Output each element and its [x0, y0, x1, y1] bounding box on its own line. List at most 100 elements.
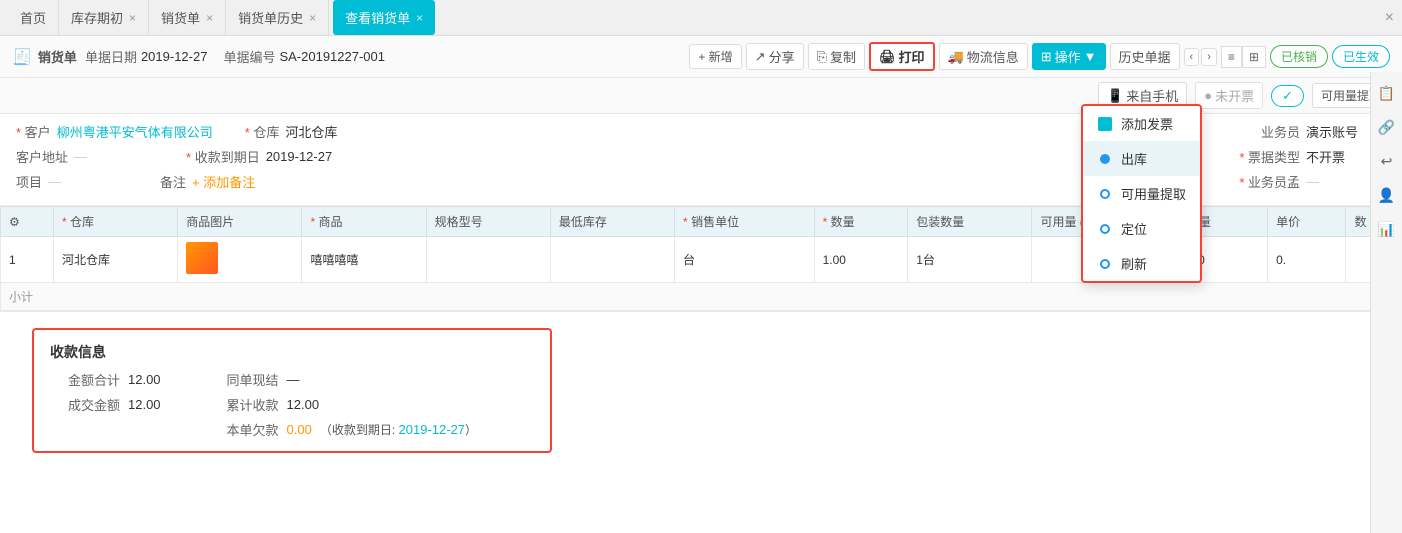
sold-out-button[interactable]: 已核销 [1270, 45, 1328, 68]
operations-icon: ⊞ [1041, 49, 1052, 65]
next-button[interactable]: › [1201, 48, 1217, 66]
balance-note: （收款到期日: 2019-12-27） [320, 421, 477, 438]
tab-sales-close[interactable]: × [206, 11, 213, 25]
operations-dropdown: 添加发票 出库 可用量提取 定位 [1081, 104, 1202, 283]
nav-arrows: ‹ › [1184, 48, 1217, 66]
project-value: — [48, 174, 128, 189]
note-label: 备注 [160, 172, 186, 191]
mobile-icon: 📱 [1107, 88, 1123, 104]
list-view-button[interactable]: ≡ [1221, 46, 1242, 68]
col-settings[interactable]: ⚙ [1, 207, 54, 237]
settlement-value: — [287, 372, 300, 387]
payment-date-value: 2019-12-27 [266, 149, 346, 164]
prev-button[interactable]: ‹ [1184, 48, 1200, 66]
tab-home[interactable]: 首页 [8, 0, 59, 35]
add-note-button[interactable]: + 添加备注 [192, 172, 255, 191]
tab-view-sales-close[interactable]: × [416, 11, 423, 25]
cell-spec [426, 237, 550, 283]
window-close-button[interactable]: × [1385, 9, 1394, 27]
tab-sales-label: 销货单 [161, 8, 200, 27]
menu-item-locate[interactable]: 定位 [1083, 211, 1200, 246]
tab-inventory-close[interactable]: × [129, 11, 136, 25]
payment-section: 收款信息 金额合计 12.00 成交金额 12.00 [32, 328, 552, 453]
new-button[interactable]: + 新增 [689, 44, 741, 69]
ticket-type-field: 票据类型 不开票 [1239, 147, 1386, 166]
ship-out-label: 出库 [1121, 149, 1147, 168]
payment-col-right: 同单现结 — 累计收款 12.00 本单欠款 0.00 （收款到期日: 2019… [209, 370, 478, 439]
warehouse-field: 仓库 河北仓库 [245, 122, 366, 141]
customer-value[interactable]: 柳州粤港平安气体有限公司 [57, 122, 213, 141]
menu-item-refresh[interactable]: 刷新 [1083, 246, 1200, 281]
cumulative-label: 累计收款 [209, 395, 279, 414]
confirm-icon: ✓ [1282, 88, 1293, 104]
tab-sales-history-close[interactable]: × [309, 11, 316, 25]
doc-header: 🧾 销货单 单据日期 2019-12-27 单据编号 SA-20191227-0… [0, 36, 1402, 78]
add-invoice-label: 添加发票 [1121, 114, 1173, 133]
address-value: — [74, 149, 154, 164]
available-qty-label: 可用量提取 [1121, 184, 1186, 203]
sidebar-icon-user[interactable]: 👤 [1374, 182, 1400, 208]
customer-field: 客户 柳州粤港平安气体有限公司 [16, 122, 213, 141]
not-open-button[interactable]: ● 未开票 [1195, 82, 1263, 109]
staff-label: 业务员 [1261, 122, 1300, 141]
sidebar-icon-chart[interactable]: 📊 [1374, 216, 1400, 242]
subtotal-row: 小计 [1, 283, 1402, 311]
doc-title: 🧾 销货单 [12, 47, 77, 67]
menu-item-add-invoice[interactable]: 添加发票 [1083, 106, 1200, 141]
refresh-icon [1097, 256, 1113, 272]
logistics-button[interactable]: 🚚 物流信息 [939, 43, 1028, 70]
from-mobile-label: 来自手机 [1126, 86, 1178, 105]
tab-view-sales-label: 查看销货单 [345, 8, 410, 27]
logistics-icon: 🚚 [948, 49, 964, 65]
effective-button[interactable]: 已生效 [1332, 45, 1390, 68]
doc-icon: 🧾 [12, 47, 32, 67]
share-button[interactable]: ↗ 分享 [746, 43, 804, 70]
confirm-button[interactable]: ✓ [1271, 85, 1304, 107]
copy-button[interactable]: ⎘ 复制 [808, 43, 865, 70]
doc-date-value: 2019-12-27 [141, 49, 208, 64]
add-invoice-icon [1097, 116, 1113, 132]
cumulative-row: 累计收款 12.00 [209, 395, 478, 414]
doc-number-value: SA-20191227-001 [279, 49, 385, 64]
col-price: 单价 [1268, 207, 1346, 237]
menu-item-available-qty[interactable]: 可用量提取 [1083, 176, 1200, 211]
locate-label: 定位 [1121, 219, 1147, 238]
balance-value: 0.00 [287, 422, 312, 437]
settlement-label: 同单现结 [209, 370, 279, 389]
tab-sales[interactable]: 销货单 × [149, 0, 226, 35]
sidebar-icon-return[interactable]: ↩ [1374, 148, 1400, 174]
tab-inventory-label: 库存期初 [71, 8, 123, 27]
share-label: 分享 [769, 47, 795, 66]
col-warehouse: 仓库 [54, 207, 178, 237]
menu-item-ship-out[interactable]: 出库 [1083, 141, 1200, 176]
tab-view-sales[interactable]: 查看销货单 × [333, 0, 435, 35]
payment-wrapper: 收款信息 金额合计 12.00 成交金额 12.00 [0, 312, 1402, 469]
sidebar-icon-link[interactable]: 🔗 [1374, 114, 1400, 140]
cell-product-img [178, 237, 302, 283]
cell-pkg-qty: 1台 [908, 237, 1032, 283]
warehouse-value: 河北仓库 [285, 122, 365, 141]
operations-button[interactable]: ⊞ 操作 ▼ [1032, 43, 1106, 70]
tab-sales-history[interactable]: 销货单历史 × [226, 0, 329, 35]
balance-date: 2019-12-27 [399, 422, 466, 437]
view-buttons: ≡ ⊞ [1221, 46, 1266, 68]
cell-unit: 台 [675, 237, 815, 283]
history-button[interactable]: 历史单据 [1110, 43, 1180, 70]
ticket-type-label: 票据类型 [1239, 147, 1300, 166]
cell-warehouse: 河北仓库 [54, 237, 178, 283]
tab-home-label: 首页 [20, 8, 46, 27]
payment-date-label: 收款到期日 [186, 147, 260, 166]
cell-price: 0. [1268, 237, 1346, 283]
address-label: 客户地址 [16, 147, 68, 166]
print-button[interactable]: 🖨 打印 [869, 42, 935, 71]
salesperson-label: 业务员孟 [1239, 172, 1300, 191]
product-image [186, 242, 218, 274]
grid-view-button[interactable]: ⊞ [1242, 46, 1266, 68]
cell-no: 1 [1, 237, 54, 283]
col-spec: 规格型号 [426, 207, 550, 237]
sidebar-icon-doc[interactable]: 📋 [1374, 80, 1400, 106]
tab-inventory[interactable]: 库存期初 × [59, 0, 149, 35]
doc-meta: 单据日期 2019-12-27 单据编号 SA-20191227-001 [85, 47, 681, 66]
transaction-row: 成交金额 12.00 [50, 395, 161, 414]
col-product-img: 商品图片 [178, 207, 302, 237]
